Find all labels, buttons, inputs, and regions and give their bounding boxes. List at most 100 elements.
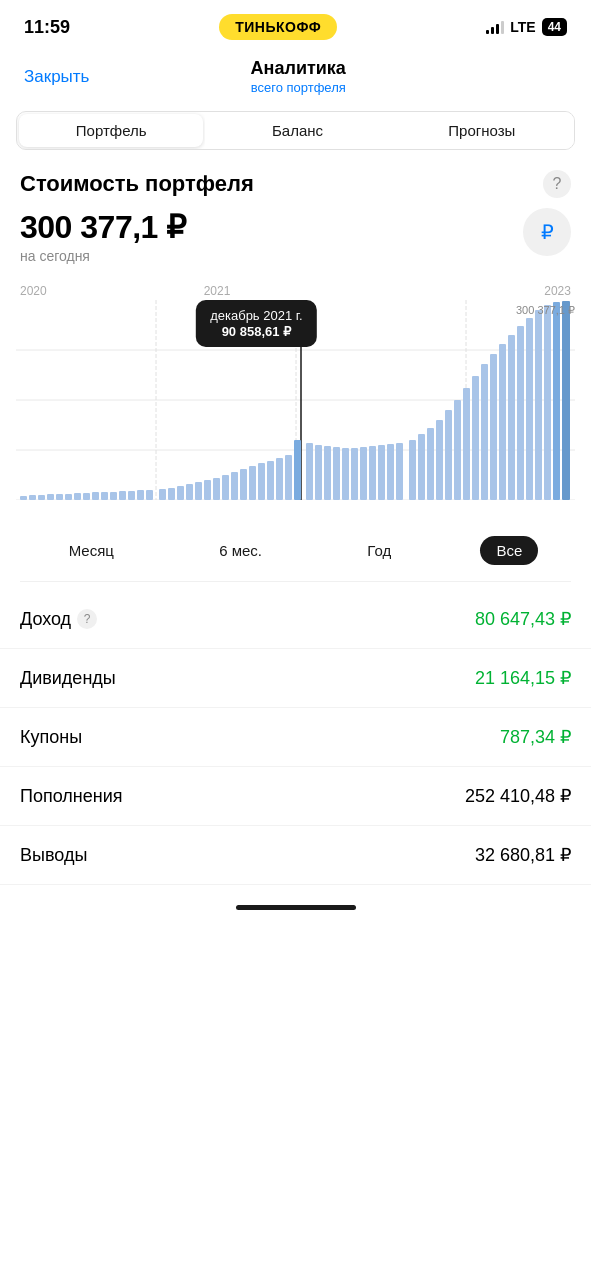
svg-rect-48 xyxy=(387,444,394,500)
svg-rect-39 xyxy=(306,443,313,500)
time-btn-year[interactable]: Год xyxy=(351,536,407,565)
tab-balance[interactable]: Баланс xyxy=(205,112,389,149)
svg-rect-57 xyxy=(472,376,479,500)
home-indicator xyxy=(236,905,356,910)
time-btn-month[interactable]: Месяц xyxy=(53,536,130,565)
time-btn-6months[interactable]: 6 мес. xyxy=(203,536,278,565)
income-label: Доход ? xyxy=(20,609,97,630)
svg-rect-28 xyxy=(204,480,211,500)
time-range: Месяц 6 мес. Год Все xyxy=(0,524,591,573)
svg-rect-66 xyxy=(553,302,560,500)
svg-rect-20 xyxy=(128,491,135,500)
dividends-value: 21 164,15 ₽ xyxy=(475,667,571,689)
svg-rect-33 xyxy=(249,466,256,500)
svg-rect-50 xyxy=(409,440,416,500)
svg-rect-51 xyxy=(418,434,425,500)
svg-rect-14 xyxy=(74,493,81,500)
tooltip-value: 90 858,61 ₽ xyxy=(210,324,302,339)
svg-rect-44 xyxy=(351,448,358,500)
svg-rect-32 xyxy=(240,469,247,500)
portfolio-help-icon[interactable]: ? xyxy=(543,170,571,198)
svg-rect-42 xyxy=(333,447,340,500)
svg-rect-31 xyxy=(231,472,238,500)
chart-max-value: 300 377,1 ₽ xyxy=(516,304,575,317)
withdrawals-label: Выводы xyxy=(20,845,87,866)
svg-rect-58 xyxy=(481,364,488,500)
svg-rect-29 xyxy=(213,478,220,500)
stats-row-dividends: Дивиденды 21 164,15 ₽ xyxy=(0,649,591,708)
svg-rect-55 xyxy=(454,400,461,500)
svg-rect-21 xyxy=(137,490,144,500)
svg-rect-45 xyxy=(360,447,367,500)
coupons-label: Купоны xyxy=(20,727,82,748)
time-btn-all[interactable]: Все xyxy=(480,536,538,565)
chart-year-2021: 2021 xyxy=(204,284,231,298)
svg-rect-54 xyxy=(445,410,452,500)
page-title: Аналитика xyxy=(251,58,346,79)
page-subtitle: всего портфеля xyxy=(251,80,346,95)
svg-rect-22 xyxy=(146,490,153,500)
chart-container: 2020 2021 2023 декабрь 2021 г. 90 858,61… xyxy=(0,284,591,524)
income-value: 80 647,43 ₽ xyxy=(475,608,571,630)
chart-svg-wrapper: декабрь 2021 г. 90 858,61 ₽ 300 377,1 ₽ xyxy=(16,300,575,500)
svg-rect-10 xyxy=(38,495,45,500)
svg-rect-26 xyxy=(186,484,193,500)
portfolio-subtext: на сегодня xyxy=(20,248,186,264)
svg-rect-61 xyxy=(508,335,515,500)
stats-row-withdrawals: Выводы 32 680,81 ₽ xyxy=(0,826,591,885)
svg-rect-36 xyxy=(276,458,283,500)
brand-logo: ТИНЬКОФФ xyxy=(219,14,337,40)
battery-badge: 44 xyxy=(542,18,567,36)
svg-rect-34 xyxy=(258,463,265,500)
svg-rect-15 xyxy=(83,493,90,500)
bottom-indicator xyxy=(0,885,591,920)
income-help-icon[interactable]: ? xyxy=(77,609,97,629)
section-title: Стоимость портфеля xyxy=(20,171,254,197)
status-time: 11:59 xyxy=(24,17,70,38)
signal-icon xyxy=(486,20,504,34)
svg-rect-24 xyxy=(168,488,175,500)
svg-rect-65 xyxy=(544,305,551,500)
stats-row-deposits: Пополнения 252 410,48 ₽ xyxy=(0,767,591,826)
svg-rect-30 xyxy=(222,475,229,500)
svg-rect-38 xyxy=(294,440,301,500)
svg-rect-16 xyxy=(92,492,99,500)
svg-rect-8 xyxy=(20,496,27,500)
svg-rect-52 xyxy=(427,428,434,500)
svg-rect-43 xyxy=(342,448,349,500)
tab-bar: Портфель Баланс Прогнозы xyxy=(16,111,575,150)
chart-year-2020: 2020 xyxy=(20,284,47,298)
section-header: Стоимость портфеля ? xyxy=(0,170,591,208)
close-button[interactable]: Закрыть xyxy=(24,67,89,87)
currency-toggle[interactable]: ₽ xyxy=(523,208,571,256)
status-right: LTE 44 xyxy=(486,18,567,36)
stats-row-coupons: Купоны 787,34 ₽ xyxy=(0,708,591,767)
svg-rect-59 xyxy=(490,354,497,500)
svg-rect-18 xyxy=(110,492,117,500)
svg-rect-40 xyxy=(315,445,322,500)
coupons-value: 787,34 ₽ xyxy=(500,726,571,748)
svg-rect-35 xyxy=(267,461,274,500)
svg-rect-46 xyxy=(369,446,376,500)
value-block: 300 377,1 ₽ на сегодня ₽ xyxy=(0,208,591,268)
svg-rect-53 xyxy=(436,420,443,500)
svg-rect-23 xyxy=(159,489,166,500)
svg-rect-64 xyxy=(535,310,542,500)
svg-rect-17 xyxy=(101,492,108,500)
svg-rect-60 xyxy=(499,344,506,500)
svg-rect-11 xyxy=(47,494,54,500)
svg-rect-27 xyxy=(195,482,202,500)
svg-rect-19 xyxy=(119,491,126,500)
divider-1 xyxy=(20,581,571,582)
lte-label: LTE xyxy=(510,19,535,35)
svg-rect-12 xyxy=(56,494,63,500)
tab-portfolio[interactable]: Портфель xyxy=(19,114,203,147)
chart-tooltip: декабрь 2021 г. 90 858,61 ₽ xyxy=(196,300,316,347)
deposits-value: 252 410,48 ₽ xyxy=(465,785,571,807)
stats-row-income: Доход ? 80 647,43 ₽ xyxy=(0,590,591,649)
tab-forecast[interactable]: Прогнозы xyxy=(390,112,574,149)
withdrawals-value: 32 680,81 ₽ xyxy=(475,844,571,866)
svg-rect-41 xyxy=(324,446,331,500)
deposits-label: Пополнения xyxy=(20,786,123,807)
svg-rect-63 xyxy=(526,318,533,500)
